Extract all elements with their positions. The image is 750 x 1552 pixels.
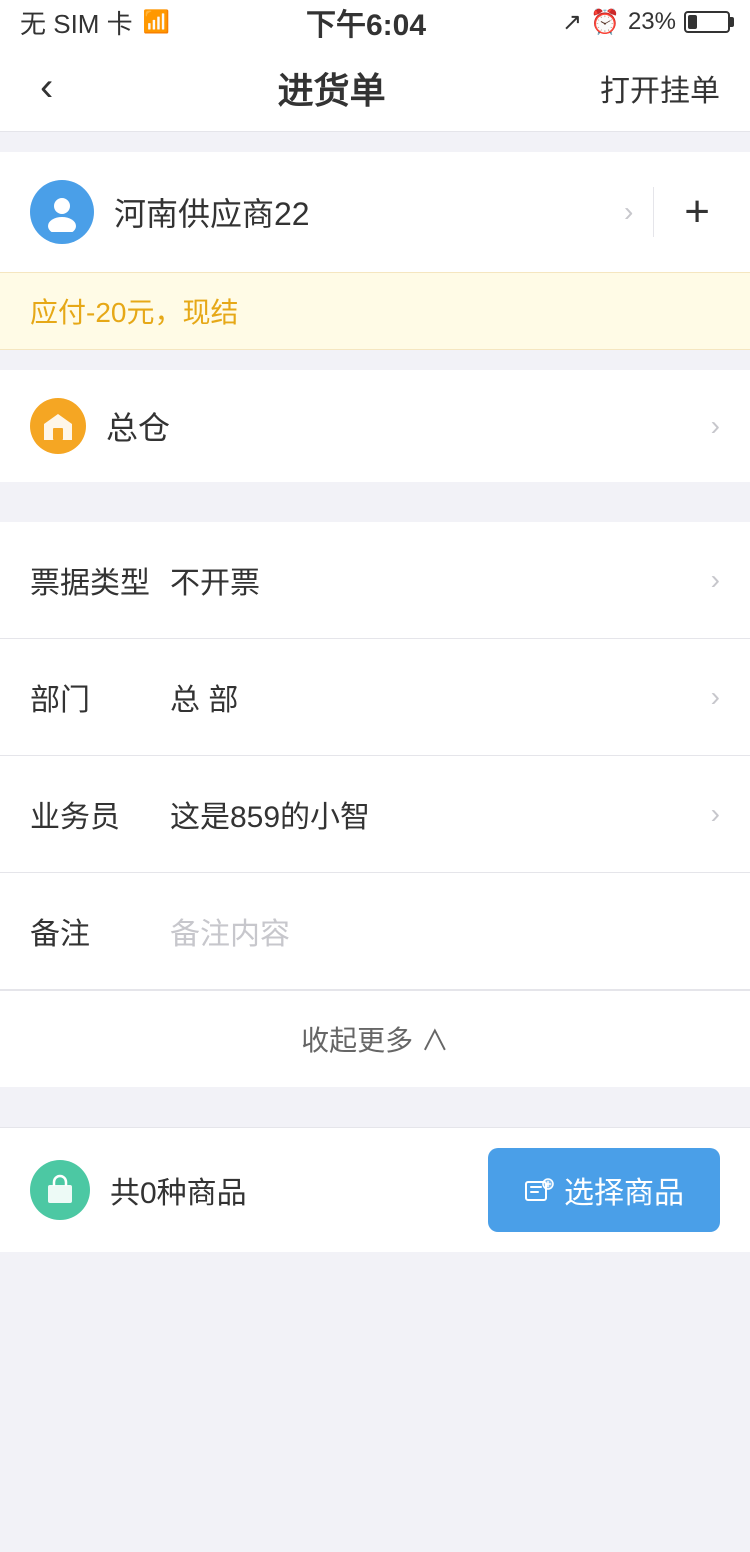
wifi-icon: 📶 [143,9,170,35]
shopping-bag-icon [43,1173,77,1207]
product-icon-container [30,1160,90,1220]
battery-icon [684,11,730,33]
battery-percent: 23% [628,8,676,36]
form-section: 票据类型 不开票 › 部门 总 部 › 业务员 这是859的小智 › 备注 备注… [0,522,750,1087]
warning-banner: 应付-20元，现结 [0,272,750,350]
warehouse-chevron-icon: › [711,410,720,442]
select-product-button[interactable]: 选择商品 [488,1148,720,1232]
supplier-section: 河南供应商22 › + 应付-20元，现结 [0,152,750,350]
warehouse-label: 总仓 [106,403,711,449]
department-label: 部门 [30,675,150,719]
salesman-label: 业务员 [30,792,150,836]
product-count-label: 共0种商品 [110,1168,488,1212]
supplier-row[interactable]: 河南供应商22 › + [0,152,750,272]
vertical-divider [653,187,654,237]
add-button[interactable]: + [674,187,720,237]
back-button[interactable]: ‹ [30,55,63,120]
location-icon: ↗ [562,8,582,37]
alarm-icon: ⏰ [590,8,620,37]
department-value: 总 部 [150,675,701,719]
section-divider-4 [0,1087,750,1107]
section-divider-3 [0,482,750,502]
supplier-name: 河南供应商22 [114,189,624,235]
department-chevron-icon: › [711,681,720,713]
collapse-label: 收起更多 ∧ [301,1025,449,1056]
invoice-type-label: 票据类型 [30,558,150,602]
supplier-chevron-icon: › [624,196,633,228]
warehouse-icon-container [30,398,86,454]
salesman-row[interactable]: 业务员 这是859的小智 › [0,756,750,873]
salesman-value: 这是859的小智 [150,792,701,836]
salesman-chevron-icon: › [711,798,720,830]
remarks-label: 备注 [30,909,150,953]
page-title: 进货单 [278,62,386,114]
remarks-row[interactable]: 备注 备注内容 [0,873,750,990]
invoice-type-value: 不开票 [150,558,701,602]
bottom-bar: 共0种商品 选择商品 [0,1127,750,1252]
carrier-label: 无 SIM 卡 [20,4,133,41]
collapse-button[interactable]: 收起更多 ∧ [0,990,750,1087]
status-right: ↗ ⏰ 23% [562,8,730,37]
invoice-type-row[interactable]: 票据类型 不开票 › [0,522,750,639]
section-divider-1 [0,132,750,152]
page-background [0,1252,750,1552]
invoice-chevron-icon: › [711,564,720,596]
nav-bar: ‹ 进货单 打开挂单 [0,44,750,132]
warehouse-row[interactable]: 总仓 › [0,370,750,482]
open-pending-button[interactable]: 打开挂单 [600,66,720,110]
department-row[interactable]: 部门 总 部 › [0,639,750,756]
status-left: 无 SIM 卡 📶 [20,4,170,41]
warehouse-section: 总仓 › [0,370,750,482]
house-icon [42,410,74,442]
select-product-icon [524,1176,554,1204]
person-icon [42,192,82,232]
remarks-input[interactable]: 备注内容 [150,909,720,953]
avatar [30,180,94,244]
warning-text: 应付-20元，现结 [30,297,238,328]
time-label: 下午6:04 [306,0,426,44]
select-product-label: 选择商品 [564,1168,684,1212]
section-divider-2 [0,350,750,370]
status-bar: 无 SIM 卡 📶 下午6:04 ↗ ⏰ 23% [0,0,750,44]
